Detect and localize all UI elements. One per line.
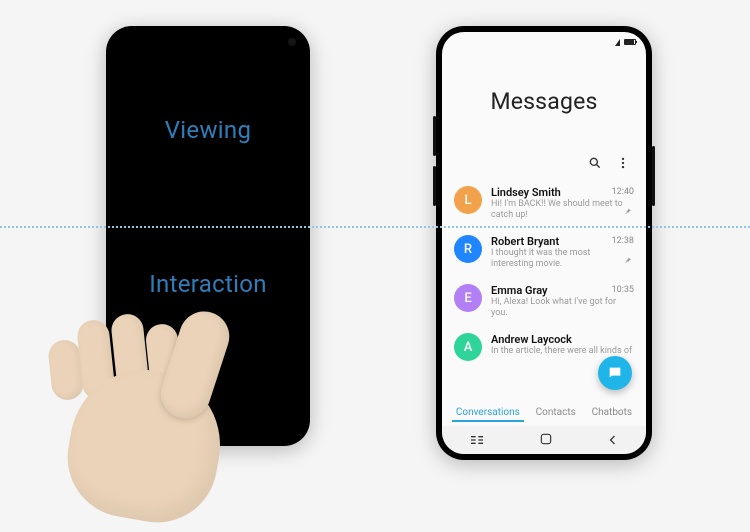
timestamp: 12:38 xyxy=(612,236,634,246)
tab-conversations[interactable]: Conversations xyxy=(452,405,524,422)
home-icon[interactable] xyxy=(539,431,553,450)
message-preview: I thought it was the most interesting mo… xyxy=(491,248,634,270)
message-preview: Hi! I'm BACK!! We should meet to catch u… xyxy=(491,199,634,221)
tab-contacts[interactable]: Contacts xyxy=(532,405,580,422)
volume-down-button[interactable] xyxy=(433,166,436,206)
avatar: L xyxy=(454,186,482,214)
avatar: R xyxy=(454,235,482,263)
phone-right: Messages L Lindsey Smith Hi! I'm BACK!! … xyxy=(436,26,652,460)
message-preview: Hi, Alexa! Look what I've got for you. xyxy=(491,297,634,319)
divider-line xyxy=(0,226,750,228)
power-button[interactable] xyxy=(652,146,655,206)
timestamp: 12:40 xyxy=(612,187,634,197)
avatar: E xyxy=(454,284,482,312)
more-icon[interactable] xyxy=(616,155,630,169)
pin-icon xyxy=(623,201,632,220)
list-item[interactable]: R Robert Bryant I thought it was the mos… xyxy=(442,228,646,277)
back-icon[interactable] xyxy=(607,431,619,450)
battery-icon xyxy=(624,39,636,45)
tab-chatbots[interactable]: Chatbots xyxy=(588,405,636,422)
list-item[interactable]: L Lindsey Smith Hi! I'm BACK!! We should… xyxy=(442,179,646,228)
viewing-label: Viewing xyxy=(106,116,310,144)
interaction-label: Interaction xyxy=(106,270,310,298)
phone-screen: Messages L Lindsey Smith Hi! I'm BACK!! … xyxy=(442,32,646,454)
list-item[interactable]: E Emma Gray Hi, Alexa! Look what I've go… xyxy=(442,277,646,326)
bottom-tabs: Conversations Contacts Chatbots xyxy=(442,399,646,426)
search-icon[interactable] xyxy=(588,155,602,169)
front-camera-icon xyxy=(288,38,296,46)
compose-button[interactable] xyxy=(598,356,632,390)
app-title: Messages xyxy=(442,50,646,155)
pin-icon xyxy=(623,250,632,269)
toolbar xyxy=(442,155,646,179)
status-bar xyxy=(442,32,646,50)
recents-icon[interactable] xyxy=(469,431,485,450)
timestamp: 10:35 xyxy=(612,285,634,295)
nav-bar xyxy=(442,426,646,454)
contact-name: Andrew Laycock xyxy=(491,333,634,346)
signal-icon xyxy=(615,39,620,46)
hand-illustration xyxy=(40,300,260,520)
volume-up-button[interactable] xyxy=(433,116,436,156)
avatar: A xyxy=(454,333,482,361)
